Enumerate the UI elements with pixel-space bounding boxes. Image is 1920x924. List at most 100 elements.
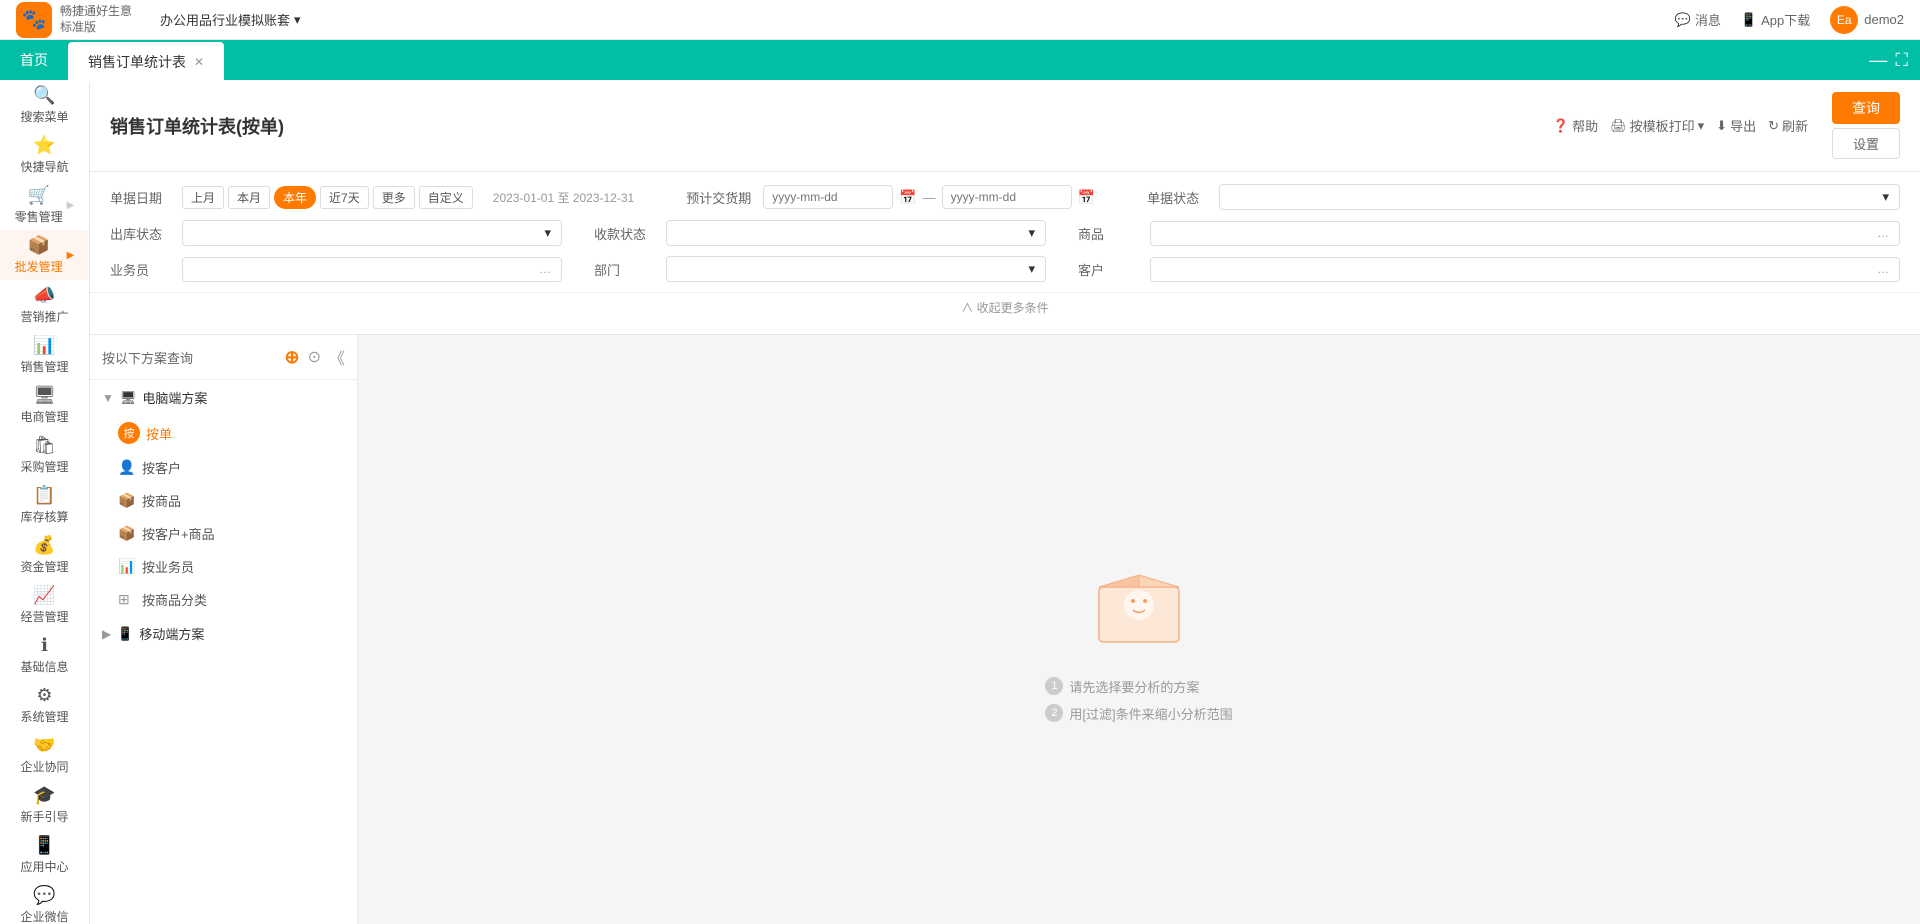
department-select[interactable]: ▾ — [666, 256, 1046, 282]
app-download-button[interactable]: 📱 App下载 — [1741, 10, 1810, 29]
tab-home[interactable]: 首页 — [0, 40, 68, 80]
chevron-down-icon-delivery: ▾ — [544, 225, 551, 241]
date-btn-7days[interactable]: 近7天 — [320, 186, 369, 209]
calendar-icon-2: 📅 — [1078, 189, 1095, 206]
document-status-select[interactable]: ▾ — [1219, 184, 1900, 210]
scheme-item-by-salesperson[interactable]: 📊 按业务员 — [90, 550, 357, 583]
sidebar-item-finance-mgmt[interactable]: 💰 资金管理 — [0, 530, 89, 580]
delivery-status-select[interactable]: ▾ — [182, 220, 562, 246]
user-profile[interactable]: Ea demo2 — [1830, 6, 1904, 34]
sidebar-item-app-center[interactable]: 📱 应用中心 — [0, 830, 89, 880]
finance-icon: 💰 — [33, 535, 55, 556]
expected-delivery-group: 📅 — 📅 — [763, 185, 1095, 209]
app-icon: 📱 — [33, 835, 55, 856]
message-button[interactable]: 💬 消息 — [1675, 10, 1721, 29]
guide-icon: 🎓 — [33, 785, 55, 806]
page-title: 销售订单统计表(按单) — [110, 113, 284, 139]
export-icon: ⬇ — [1716, 118, 1727, 134]
collapse-panel-button[interactable]: 《 — [329, 345, 345, 369]
collapse-desktop-icon: ▼ — [102, 391, 114, 405]
scheme-item-by-goods-category[interactable]: ⊞ 按商品分类 — [90, 583, 357, 616]
sidebar-item-purchase-mgmt[interactable]: 🛍 采购管理 — [0, 430, 89, 480]
empty-state: 1 请先选择要分析的方案 2 用[过滤]条件来缩小分析范围 — [358, 335, 1920, 924]
goods-input[interactable]: … — [1150, 221, 1900, 246]
collapse-filters-button[interactable]: ∧ 收起更多条件 — [90, 292, 1920, 322]
date-btn-last-month[interactable]: 上月 — [182, 186, 224, 209]
sidebar-item-search-menu[interactable]: 🔍 搜索菜单 — [0, 80, 89, 130]
inventory-icon: 📋 — [33, 485, 55, 506]
marketing-icon: 📣 — [33, 285, 55, 306]
sidebar-item-wholesale-mgmt[interactable]: 📦 批发管理 ▶ — [0, 230, 89, 280]
expected-delivery-start[interactable] — [763, 185, 893, 209]
scheme-item-by-goods[interactable]: 📦 按商品 — [90, 484, 357, 517]
scheme-item-by-order[interactable]: 按 按单 — [90, 415, 357, 451]
export-button[interactable]: ⬇ 导出 — [1716, 116, 1756, 135]
sidebar-item-inventory[interactable]: 📋 库存核算 — [0, 480, 89, 530]
mobile-schemes-header[interactable]: ▶ 📱 移动端方案 — [90, 616, 357, 651]
add-scheme-button[interactable]: ⊕ — [284, 347, 299, 368]
goods-label: 商品 — [1078, 224, 1138, 243]
empty-tip-2: 2 用[过滤]条件来缩小分析范围 — [1045, 704, 1232, 723]
sidebar-item-marketing[interactable]: 📣 营销推广 — [0, 280, 89, 330]
sidebar-item-basic-info[interactable]: ℹ 基础信息 — [0, 630, 89, 680]
page-header: 销售订单统计表(按单) ❓ 帮助 🖨 按模板打印 ▾ ⬇ 导出 ↻ 刷新 — [90, 80, 1920, 172]
content-area: 销售订单统计表(按单) ❓ 帮助 🖨 按模板打印 ▾ ⬇ 导出 ↻ 刷新 — [90, 80, 1920, 924]
tab-close-icon[interactable]: ✕ — [194, 55, 204, 69]
customer-search-input[interactable] — [1161, 262, 1877, 277]
sidebar-item-sys-mgmt[interactable]: ⚙ 系统管理 — [0, 680, 89, 730]
salesperson-input[interactable]: … — [182, 257, 562, 282]
star-icon: ⭐ — [33, 135, 55, 156]
customer-input[interactable]: … — [1150, 257, 1900, 282]
sidebar-item-sales-mgmt[interactable]: 📊 销售管理 — [0, 330, 89, 380]
print-button[interactable]: 🖨 按模板打印 ▾ — [1610, 116, 1704, 135]
sidebar-item-retail-mgmt[interactable]: 🛒 零售管理 ▶ — [0, 180, 89, 230]
collab-icon: 🤝 — [33, 735, 55, 756]
wholesale-icon: 📦 — [27, 235, 49, 256]
sidebar-item-ecom-mgmt[interactable]: 🖥 电商管理 — [0, 380, 89, 430]
doc-date-label: 单据日期 — [110, 188, 170, 207]
desktop-schemes-section: ▼ 🖥 电脑端方案 按 按单 👤 按客户 — [90, 380, 357, 616]
desktop-schemes-header[interactable]: ▼ 🖥 电脑端方案 — [90, 380, 357, 415]
top-bar-right: 💬 消息 📱 App下载 Ea demo2 — [1675, 6, 1904, 34]
filter-row-1: 单据日期 上月 本月 本年 近7天 更多 自定义 2023-01-01 至 20… — [110, 184, 1900, 210]
expand-icon[interactable]: ⛶ — [1895, 50, 1908, 71]
scheme-item-by-customer[interactable]: 👤 按客户 — [90, 451, 357, 484]
mobile-icon: 📱 — [117, 626, 133, 642]
goods-search-input[interactable] — [1161, 226, 1877, 241]
expected-delivery-end[interactable] — [942, 185, 1072, 209]
receipt-status-select[interactable]: ▾ — [666, 220, 1046, 246]
page-content: 按以下方案查询 ⊕ ⊙ 《 ▼ 🖥 电脑端方案 — [90, 335, 1920, 924]
nav-sidebar: 🔍 搜索菜单 ⭐ 快捷导航 🛒 零售管理 ▶ 📦 批发管理 ▶ 📣 营销推广 — [0, 80, 90, 924]
customer-label: 客户 — [1078, 260, 1138, 279]
chevron-right-icon: ▶ — [67, 200, 75, 211]
chevron-right-icon2: ▶ — [67, 250, 75, 261]
query-button[interactable]: 查询 — [1832, 92, 1900, 124]
sidebar-item-corp-wechat[interactable]: 💬 企业微信 — [0, 880, 89, 924]
refresh-button[interactable]: ↻ 刷新 — [1768, 116, 1808, 135]
workspace-selector[interactable]: 办公用品行业模拟账套 ▾ — [160, 10, 301, 29]
sidebar-item-ops-mgmt[interactable]: 📈 经营管理 — [0, 580, 89, 630]
settings-scheme-button[interactable]: ⊙ — [308, 347, 321, 367]
help-button[interactable]: ❓ 帮助 — [1553, 116, 1598, 135]
salesperson-search-input[interactable] — [193, 262, 539, 277]
scheme-label-by-order: 按单 — [146, 424, 172, 443]
setting-button[interactable]: 设置 — [1832, 128, 1900, 159]
scheme-item-by-customer-goods[interactable]: 📦 按客户+商品 — [90, 517, 357, 550]
retail-icon: 🛒 — [27, 185, 49, 206]
sidebar-item-corp-collab[interactable]: 🤝 企业协同 — [0, 730, 89, 780]
ops-icon: 📈 — [33, 585, 55, 606]
minimize-icon[interactable]: — — [1869, 50, 1887, 71]
filter-row-2: 出库状态 ▾ 收款状态 ▾ 商品 … — [110, 220, 1900, 246]
calendar-icon-1: 📅 — [899, 189, 916, 206]
sidebar-item-quick-nav[interactable]: ⭐ 快捷导航 — [0, 130, 89, 180]
date-btn-more[interactable]: 更多 — [373, 186, 415, 209]
tab-sales-order-stat[interactable]: 销售订单统计表 ✕ — [68, 42, 224, 82]
scheme-label-by-goods-category: 按商品分类 — [142, 590, 207, 609]
sidebar-item-new-guide[interactable]: 🎓 新手引导 — [0, 780, 89, 830]
date-btn-this-year[interactable]: 本年 — [274, 186, 316, 209]
goods-icon: 📦 — [118, 492, 136, 509]
date-btn-this-month[interactable]: 本月 — [228, 186, 270, 209]
customer-goods-icon: 📦 — [118, 525, 136, 542]
date-btn-custom[interactable]: 自定义 — [419, 186, 473, 209]
tip-num-1: 1 — [1045, 677, 1063, 695]
